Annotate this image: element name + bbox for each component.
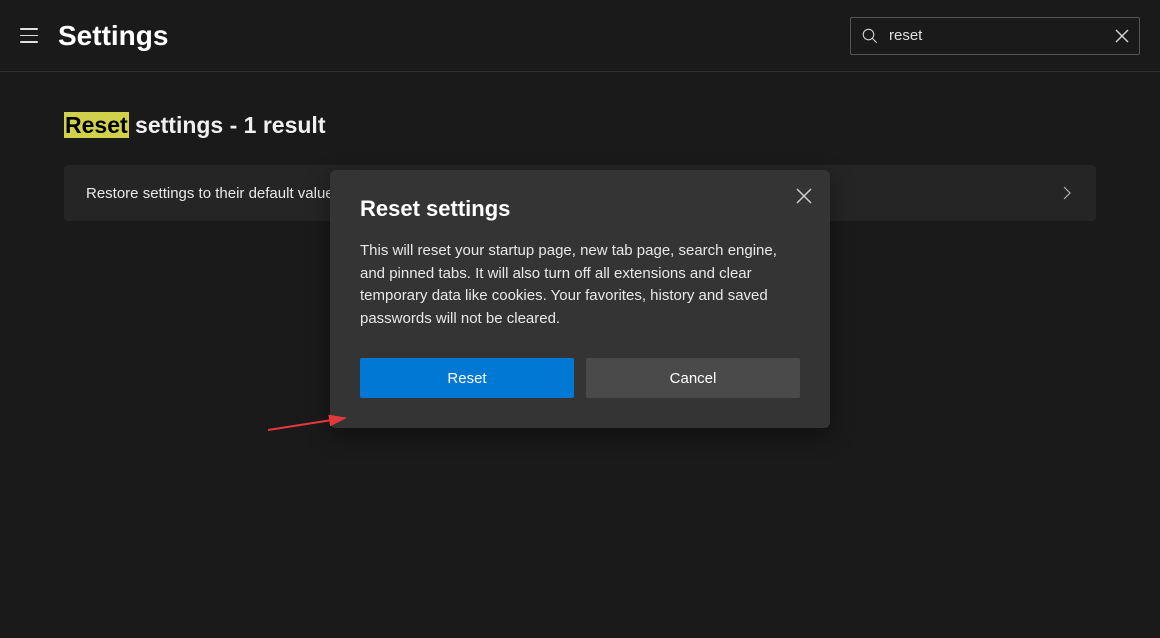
- reset-settings-dialog: Reset settings This will reset your star…: [330, 170, 830, 428]
- search-box[interactable]: [850, 17, 1140, 55]
- search-input[interactable]: [879, 27, 1115, 44]
- section-heading: Reset settings - 1 result: [64, 112, 1096, 139]
- section-heading-rest: settings - 1 result: [129, 112, 326, 138]
- clear-search-icon[interactable]: [1115, 29, 1129, 43]
- menu-icon[interactable]: [20, 24, 44, 48]
- chevron-right-icon: [1060, 186, 1074, 200]
- header: Settings: [0, 0, 1160, 72]
- reset-button[interactable]: Reset: [360, 358, 574, 398]
- search-icon: [861, 27, 879, 45]
- close-icon[interactable]: [794, 186, 814, 206]
- setting-row-label: Restore settings to their default values: [86, 185, 341, 202]
- cancel-button[interactable]: Cancel: [586, 358, 800, 398]
- page-title: Settings: [58, 20, 168, 52]
- dialog-buttons: Reset Cancel: [360, 358, 800, 398]
- search-highlight: Reset: [64, 112, 129, 138]
- dialog-body: This will reset your startup page, new t…: [360, 240, 800, 330]
- dialog-title: Reset settings: [360, 196, 800, 222]
